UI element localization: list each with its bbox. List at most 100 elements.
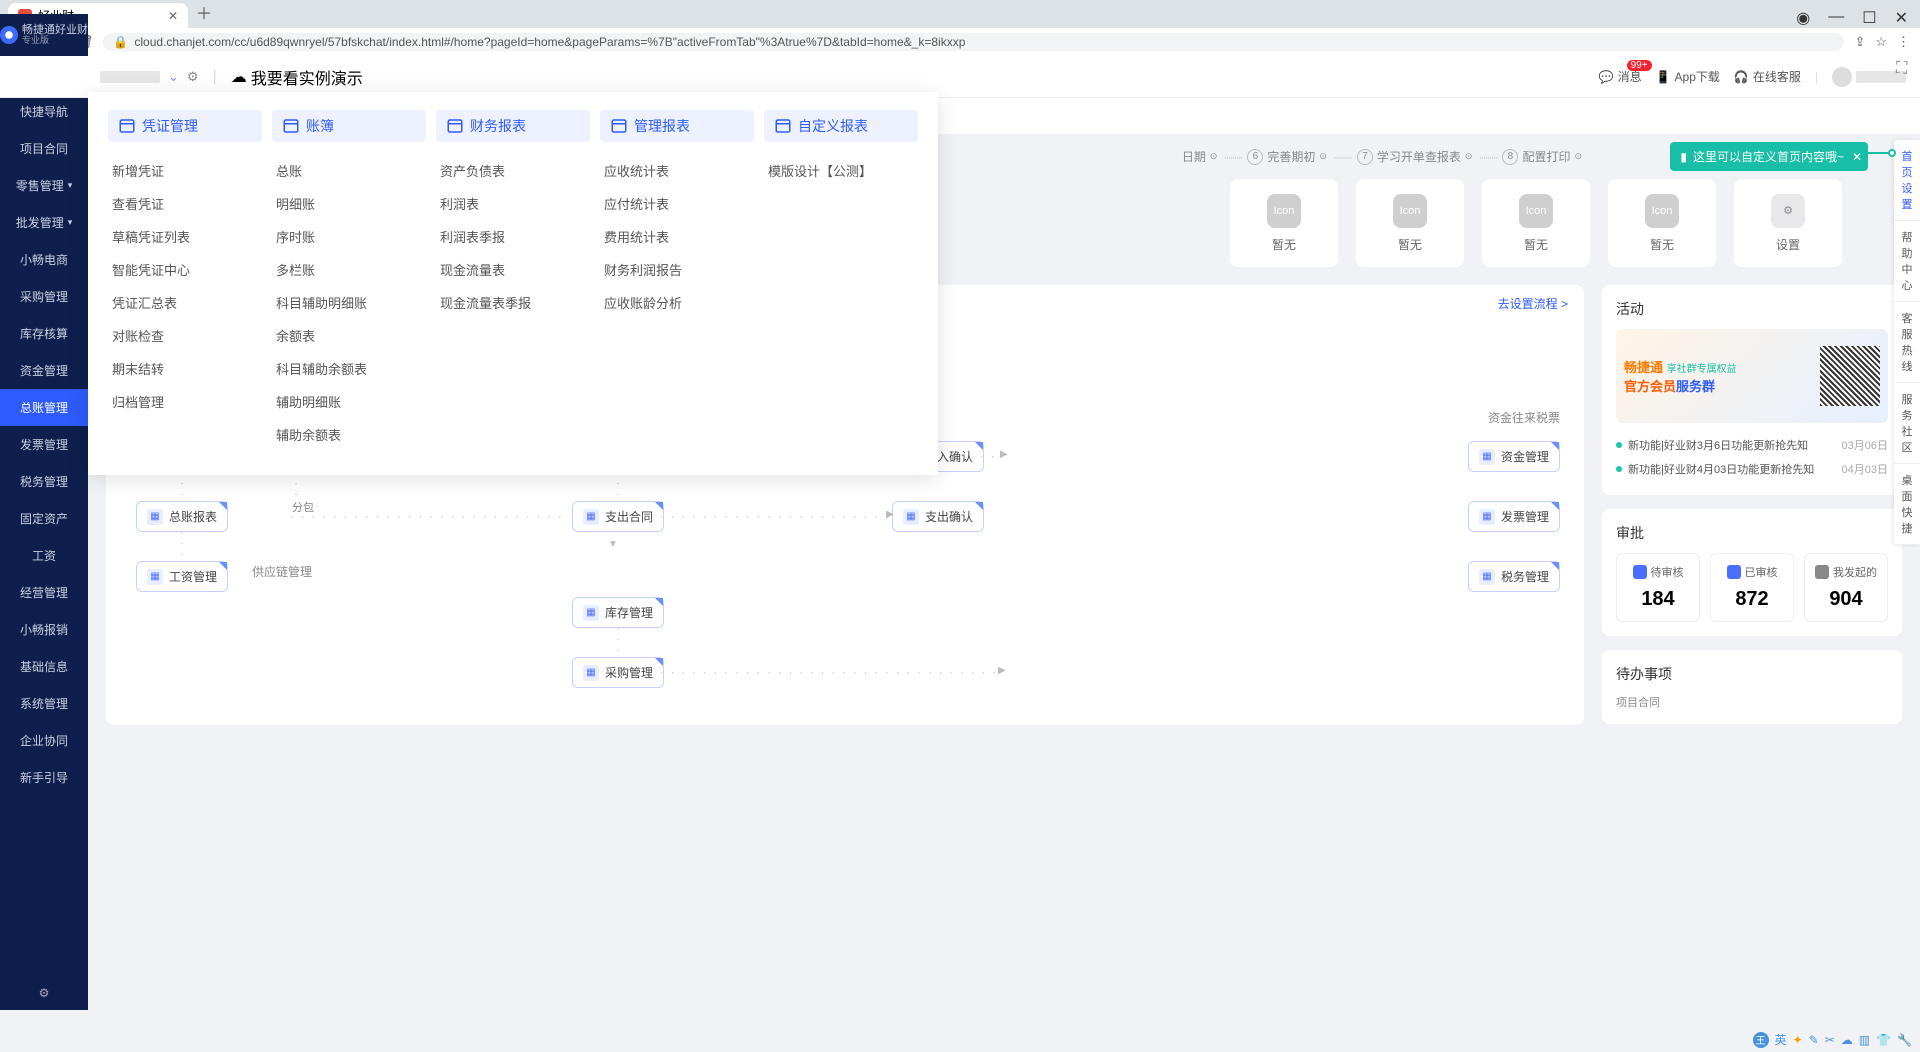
mega-item[interactable]: 总账 bbox=[272, 154, 426, 187]
mega-item[interactable]: 智能凭证中心 bbox=[108, 253, 262, 286]
tray-icon[interactable]: ✎ bbox=[1809, 1033, 1819, 1047]
mega-item[interactable]: 科目辅助余额表 bbox=[272, 352, 426, 385]
sidebar-item[interactable]: 零售管理▾ bbox=[0, 167, 88, 204]
rail-item[interactable]: 服务社区 bbox=[1894, 383, 1920, 464]
approval-card[interactable]: 待审核184 bbox=[1616, 553, 1700, 622]
mega-item[interactable]: 利润表 bbox=[436, 187, 590, 220]
tray-icon[interactable]: ▥ bbox=[1859, 1033, 1870, 1047]
sidebar-item[interactable]: 新手引导 bbox=[0, 759, 88, 796]
sidebar-item[interactable]: 小畅电商 bbox=[0, 241, 88, 278]
sidebar-item[interactable]: 基础信息 bbox=[0, 648, 88, 685]
mega-item[interactable]: 利润表季报 bbox=[436, 220, 590, 253]
mega-item[interactable]: 模版设计【公测】 bbox=[764, 154, 918, 187]
node-ledger[interactable]: ▦总账报表 bbox=[136, 501, 228, 532]
new-tab-button[interactable]: ＋ bbox=[188, 0, 220, 28]
maximize-icon[interactable]: ☐ bbox=[1862, 8, 1876, 28]
sidebar-item[interactable]: 固定资产 bbox=[0, 500, 88, 537]
quick-card[interactable]: Icon暂无 bbox=[1608, 179, 1716, 267]
sidebar-item[interactable]: 小畅报销 bbox=[0, 611, 88, 648]
mega-item[interactable]: 余额表 bbox=[272, 319, 426, 352]
mega-item[interactable]: 凭证汇总表 bbox=[108, 286, 262, 319]
mega-item[interactable]: 草稿凭证列表 bbox=[108, 220, 262, 253]
rail-item[interactable]: 首页设置 bbox=[1894, 140, 1920, 221]
url-field[interactable]: 🔒 cloud.chanjet.com/cc/u6d89qwnryel/57bf… bbox=[103, 33, 1844, 51]
mega-category[interactable]: 账簿 bbox=[272, 110, 426, 142]
approval-card[interactable]: 我发起的904 bbox=[1804, 553, 1888, 622]
sidebar-item[interactable]: 工资 bbox=[0, 537, 88, 574]
sidebar-item[interactable]: 税务管理 bbox=[0, 463, 88, 500]
sidebar-settings-icon[interactable]: ⚙ bbox=[0, 976, 88, 1010]
sidebar-item[interactable]: 发票管理 bbox=[0, 426, 88, 463]
mega-category[interactable]: 自定义报表 bbox=[764, 110, 918, 142]
step-item[interactable]: 8配置打印⊙ bbox=[1502, 148, 1582, 165]
mega-item[interactable]: 多栏账 bbox=[272, 253, 426, 286]
node-expend-confirm[interactable]: ▦支出确认 bbox=[892, 501, 984, 532]
mega-item[interactable]: 新增凭证 bbox=[108, 154, 262, 187]
mega-item[interactable]: 现金流量表 bbox=[436, 253, 590, 286]
mega-item[interactable]: 明细账 bbox=[272, 187, 426, 220]
tray-icon[interactable]: ✂ bbox=[1825, 1033, 1835, 1047]
tray-icon[interactable]: 🔧 bbox=[1897, 1033, 1912, 1047]
mega-item[interactable]: 对账检查 bbox=[108, 319, 262, 352]
sidebar-item[interactable]: 采购管理 bbox=[0, 278, 88, 315]
quick-card-settings[interactable]: ⚙设置 bbox=[1734, 179, 1842, 267]
fullscreen-icon[interactable]: ⛶ bbox=[1896, 60, 1916, 80]
node-tax[interactable]: ▦税务管理 bbox=[1468, 561, 1560, 592]
sidebar-item[interactable]: 经营管理 bbox=[0, 574, 88, 611]
sidebar-item[interactable]: 资金管理 bbox=[0, 352, 88, 389]
mega-item[interactable]: 序时账 bbox=[272, 220, 426, 253]
mega-category[interactable]: 财务报表 bbox=[436, 110, 590, 142]
ime-lang[interactable]: 英 bbox=[1775, 1031, 1787, 1048]
step-item[interactable]: 6完善期初⊙ bbox=[1247, 148, 1327, 165]
mega-category[interactable]: 管理报表 bbox=[600, 110, 754, 142]
mega-item[interactable]: 现金流量表季报 bbox=[436, 286, 590, 319]
messages-button[interactable]: 💬 消息 99+ bbox=[1599, 68, 1642, 85]
mega-item[interactable]: 查看凭证 bbox=[108, 187, 262, 220]
quick-card[interactable]: Icon暂无 bbox=[1482, 179, 1590, 267]
download-button[interactable]: 📱 App下载 bbox=[1656, 68, 1720, 85]
minimize-icon[interactable]: — bbox=[1828, 8, 1844, 28]
star-icon[interactable]: ☆ bbox=[1875, 34, 1887, 50]
tray-icon[interactable]: ☁ bbox=[1841, 1033, 1853, 1047]
sidebar-item[interactable]: 快捷导航 bbox=[0, 93, 88, 130]
share-icon[interactable]: ⇪ bbox=[1854, 34, 1865, 50]
node-stock[interactable]: ▦库存管理 bbox=[572, 597, 664, 628]
quick-card[interactable]: Icon暂无 bbox=[1356, 179, 1464, 267]
sidebar-item[interactable]: 项目合同 bbox=[0, 130, 88, 167]
mega-item[interactable]: 辅助余额表 bbox=[272, 418, 426, 451]
close-window-icon[interactable]: ✕ bbox=[1895, 8, 1908, 28]
tray-icon[interactable]: ✦ bbox=[1793, 1033, 1803, 1047]
mega-item[interactable]: 资产负债表 bbox=[436, 154, 590, 187]
mega-item[interactable]: 应收统计表 bbox=[600, 154, 754, 187]
node-expend[interactable]: ▦支出合同 bbox=[572, 501, 664, 532]
mega-category[interactable]: 凭证管理 bbox=[108, 110, 262, 142]
demo-link[interactable]: ☁ 我要看实例演示 bbox=[231, 65, 363, 89]
rail-item[interactable]: 桌面快捷 bbox=[1894, 464, 1920, 545]
org-switcher[interactable]: ⌄ ⚙ bbox=[100, 69, 199, 85]
sidebar-item[interactable]: 总账管理 bbox=[0, 389, 88, 426]
node-purchase[interactable]: ▦采购管理 bbox=[572, 657, 664, 688]
menu-icon[interactable]: ⋮ bbox=[1897, 34, 1910, 50]
tab-close-icon[interactable]: ✕ bbox=[168, 9, 178, 23]
sidebar-item[interactable]: 批发管理▾ bbox=[0, 204, 88, 241]
ime-icon[interactable]: 王 bbox=[1753, 1032, 1769, 1048]
step-item[interactable]: 7学习开单查报表⊙ bbox=[1357, 148, 1473, 165]
approval-card[interactable]: 已审核872 bbox=[1710, 553, 1794, 622]
user-avatar[interactable] bbox=[1832, 67, 1906, 87]
gear-icon[interactable]: ⚙ bbox=[187, 69, 199, 85]
mega-item[interactable]: 归档管理 bbox=[108, 385, 262, 418]
news-item[interactable]: 新功能|好业财4月03日功能更新抢先知04月03日 bbox=[1616, 457, 1888, 481]
mega-item[interactable]: 财务利润报告 bbox=[600, 253, 754, 286]
quick-card[interactable]: Icon暂无 bbox=[1230, 179, 1338, 267]
sidebar-item[interactable]: 库存核算 bbox=[0, 315, 88, 352]
tray-icon[interactable]: 👕 bbox=[1876, 1033, 1891, 1047]
sidebar-item[interactable]: 系统管理 bbox=[0, 685, 88, 722]
node-fund[interactable]: ▦资金管理 bbox=[1468, 441, 1560, 472]
activity-banner[interactable]: 畅捷通 享社群专属权益 官方会员服务群 bbox=[1616, 329, 1888, 423]
rail-item[interactable]: 客服热线 bbox=[1894, 302, 1920, 383]
mega-item[interactable]: 期末结转 bbox=[108, 352, 262, 385]
news-item[interactable]: 新功能|好业财3月6日功能更新抢先知03月06日 bbox=[1616, 433, 1888, 457]
sidebar-item[interactable]: 企业协同 bbox=[0, 722, 88, 759]
step-item[interactable]: 日期⊙ bbox=[1182, 148, 1218, 165]
mega-item[interactable]: 科目辅助明细账 bbox=[272, 286, 426, 319]
